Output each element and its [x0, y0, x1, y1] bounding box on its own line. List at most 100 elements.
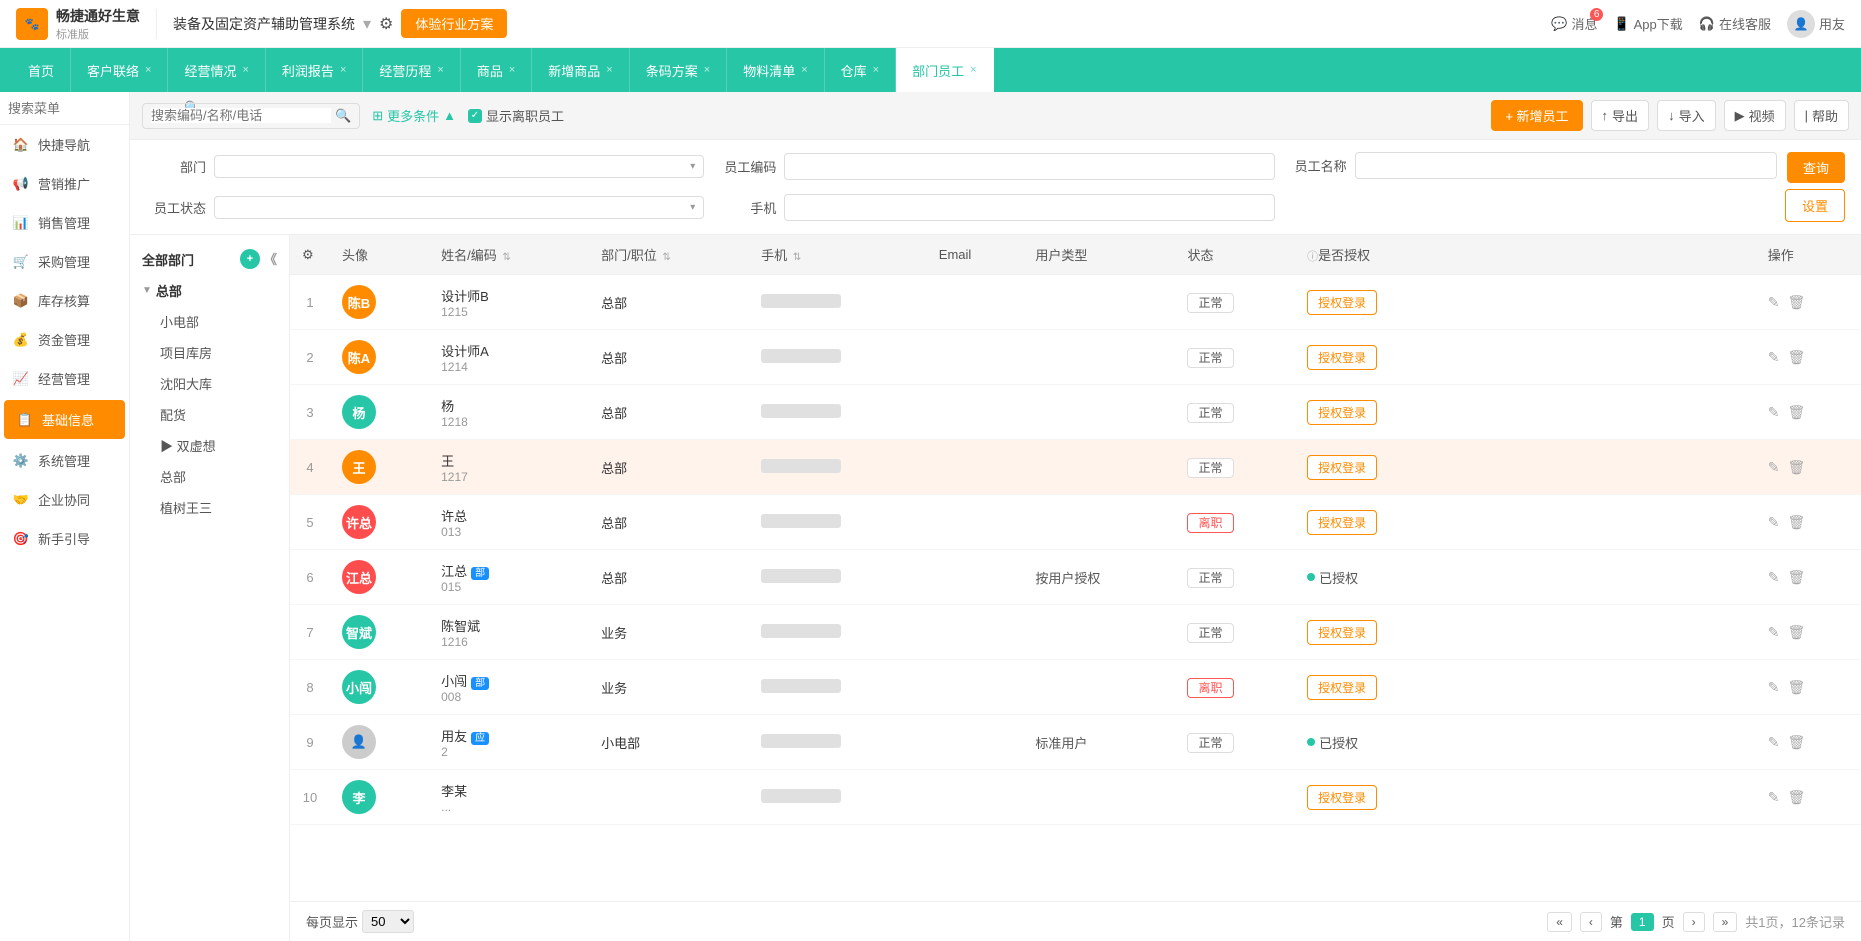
- close-icon[interactable]: ×: [437, 64, 443, 76]
- delete-icon[interactable]: 🗑: [1788, 294, 1806, 311]
- edit-icon[interactable]: ✎: [1768, 349, 1780, 366]
- app-download-btn[interactable]: 📱 App下载: [1613, 14, 1682, 33]
- dept-select[interactable]: ▾: [214, 155, 704, 178]
- export-btn[interactable]: ↑ 导出: [1591, 100, 1650, 131]
- first-page-btn[interactable]: «: [1547, 912, 1572, 932]
- prev-page-btn[interactable]: ‹: [1580, 912, 1602, 932]
- tab-warehouse[interactable]: 仓库 ×: [825, 48, 896, 92]
- auth-btn[interactable]: 授权登录: [1307, 400, 1377, 425]
- auth-btn[interactable]: 授权登录: [1307, 675, 1377, 700]
- dept-item-shenyang[interactable]: 沈阳大库: [130, 368, 289, 399]
- tab-employees[interactable]: 部门员工 ×: [896, 48, 993, 92]
- close-icon-active[interactable]: ×: [970, 64, 976, 76]
- dept-add-icon[interactable]: +: [240, 249, 260, 269]
- edit-icon[interactable]: ✎: [1768, 789, 1780, 806]
- close-icon[interactable]: ×: [509, 64, 515, 76]
- tab-home[interactable]: 首页: [12, 48, 71, 92]
- auth-btn[interactable]: 授权登录: [1307, 785, 1377, 810]
- sidebar-item-sales[interactable]: 📊 销售管理: [0, 203, 129, 242]
- last-page-btn[interactable]: »: [1713, 912, 1738, 932]
- tab-barcode[interactable]: 条码方案 ×: [630, 48, 727, 92]
- dept-item-small-elec[interactable]: 小电部: [130, 306, 289, 337]
- phone-input[interactable]: [784, 194, 1274, 221]
- dept-item-double[interactable]: ▶ 双虚想: [130, 430, 289, 461]
- more-conditions-btn[interactable]: ⊞ 更多条件 ▲: [372, 106, 456, 125]
- tab-operation[interactable]: 经营情况 ×: [168, 48, 265, 92]
- sidebar-item-guide[interactable]: 🎯 新手引导: [0, 519, 129, 558]
- col-name[interactable]: 姓名/编码 ⇅: [429, 235, 589, 275]
- close-icon[interactable]: ×: [242, 64, 248, 76]
- auth-btn[interactable]: 授权登录: [1307, 510, 1377, 535]
- tab-bom[interactable]: 物料清单 ×: [727, 48, 824, 92]
- delete-icon[interactable]: 🗑: [1788, 569, 1806, 586]
- online-service-btn[interactable]: 🎧 在线客服: [1699, 14, 1771, 33]
- settings-icon[interactable]: ⚙: [379, 14, 393, 34]
- delete-icon[interactable]: 🗑: [1788, 404, 1806, 421]
- search-input[interactable]: [151, 108, 331, 123]
- delete-icon[interactable]: 🗑: [1788, 624, 1806, 641]
- close-icon[interactable]: ×: [801, 64, 807, 76]
- delete-icon[interactable]: 🗑: [1788, 459, 1806, 476]
- dept-all-label[interactable]: 全部部门: [142, 250, 194, 269]
- dept-collapse-icon[interactable]: 《: [264, 249, 277, 269]
- set-btn[interactable]: 设置: [1785, 189, 1845, 222]
- edit-icon[interactable]: ✎: [1768, 294, 1780, 311]
- sidebar-item-collab[interactable]: 🤝 企业协同: [0, 480, 129, 519]
- edit-icon[interactable]: ✎: [1768, 514, 1780, 531]
- delete-icon[interactable]: 🗑: [1788, 679, 1806, 696]
- auth-btn[interactable]: 授权登录: [1307, 455, 1377, 480]
- edit-icon[interactable]: ✎: [1768, 679, 1780, 696]
- close-icon[interactable]: ×: [145, 64, 151, 76]
- edit-icon[interactable]: ✎: [1768, 624, 1780, 641]
- dept-group-head[interactable]: ▼ 总部: [130, 275, 289, 306]
- emp-code-input[interactable]: [784, 153, 1274, 180]
- dropdown-arrow[interactable]: ▾: [363, 14, 371, 34]
- dept-item-distribution[interactable]: 配货: [130, 399, 289, 430]
- close-icon[interactable]: ×: [340, 64, 346, 76]
- sidebar-item-purchase[interactable]: 🛒 采购管理: [0, 242, 129, 281]
- sidebar-item-finance[interactable]: 💰 资金管理: [0, 320, 129, 359]
- close-icon[interactable]: ×: [704, 64, 710, 76]
- show-resigned-toggle[interactable]: ✓ 显示离职员工: [468, 106, 564, 125]
- delete-icon[interactable]: 🗑: [1788, 514, 1806, 531]
- auth-btn[interactable]: 授权登录: [1307, 290, 1377, 315]
- sidebar-item-marketing[interactable]: 📢 营销推广: [0, 164, 129, 203]
- tab-new-goods[interactable]: 新增商品 ×: [532, 48, 629, 92]
- delete-icon[interactable]: 🗑: [1788, 349, 1806, 366]
- edit-icon[interactable]: ✎: [1768, 404, 1780, 421]
- edit-icon[interactable]: ✎: [1768, 734, 1780, 751]
- dept-item-head[interactable]: 总部: [130, 461, 289, 492]
- msg-button[interactable]: 💬 6 消息: [1551, 14, 1597, 33]
- emp-status-select[interactable]: ▾: [214, 196, 704, 219]
- help-btn[interactable]: | 帮助: [1794, 100, 1849, 131]
- sidebar-item-quick-nav[interactable]: 🏠 快捷导航: [0, 125, 129, 164]
- sidebar-item-basic-info[interactable]: 📋 基础信息: [4, 400, 125, 439]
- sidebar-item-business[interactable]: 📈 经营管理: [0, 359, 129, 398]
- auth-btn[interactable]: 授权登录: [1307, 620, 1377, 645]
- dept-item-project-store[interactable]: 项目库房: [130, 337, 289, 368]
- sidebar-item-inventory[interactable]: 📦 库存核算: [0, 281, 129, 320]
- col-dept[interactable]: 部门/职位 ⇅: [589, 235, 749, 275]
- tab-history[interactable]: 经营历程 ×: [363, 48, 460, 92]
- next-page-btn[interactable]: ›: [1683, 912, 1705, 932]
- emp-name-input[interactable]: [1355, 152, 1777, 179]
- user-area[interactable]: 👤 用友: [1787, 10, 1845, 38]
- add-employee-btn[interactable]: + 新增员工: [1491, 100, 1582, 131]
- exp-btn[interactable]: 体验行业方案: [401, 9, 507, 38]
- delete-icon[interactable]: 🗑: [1788, 789, 1806, 806]
- page-size-dropdown[interactable]: 50 100 200: [362, 910, 414, 933]
- dept-item-zhushu[interactable]: 植树王三: [130, 492, 289, 523]
- query-btn[interactable]: 查询: [1787, 152, 1845, 183]
- close-icon[interactable]: ×: [606, 64, 612, 76]
- tab-customer[interactable]: 客户联络 ×: [71, 48, 168, 92]
- col-phone[interactable]: 手机 ⇅: [749, 235, 927, 275]
- col-settings[interactable]: ⚙: [290, 235, 330, 275]
- import-btn[interactable]: ↓ 导入: [1657, 100, 1716, 131]
- video-btn[interactable]: ▶ 视频: [1724, 100, 1786, 131]
- edit-icon[interactable]: ✎: [1768, 459, 1780, 476]
- close-icon[interactable]: ×: [873, 64, 879, 76]
- tab-profit[interactable]: 利润报告 ×: [266, 48, 363, 92]
- auth-btn[interactable]: 授权登录: [1307, 345, 1377, 370]
- edit-icon[interactable]: ✎: [1768, 569, 1780, 586]
- delete-icon[interactable]: 🗑: [1788, 734, 1806, 751]
